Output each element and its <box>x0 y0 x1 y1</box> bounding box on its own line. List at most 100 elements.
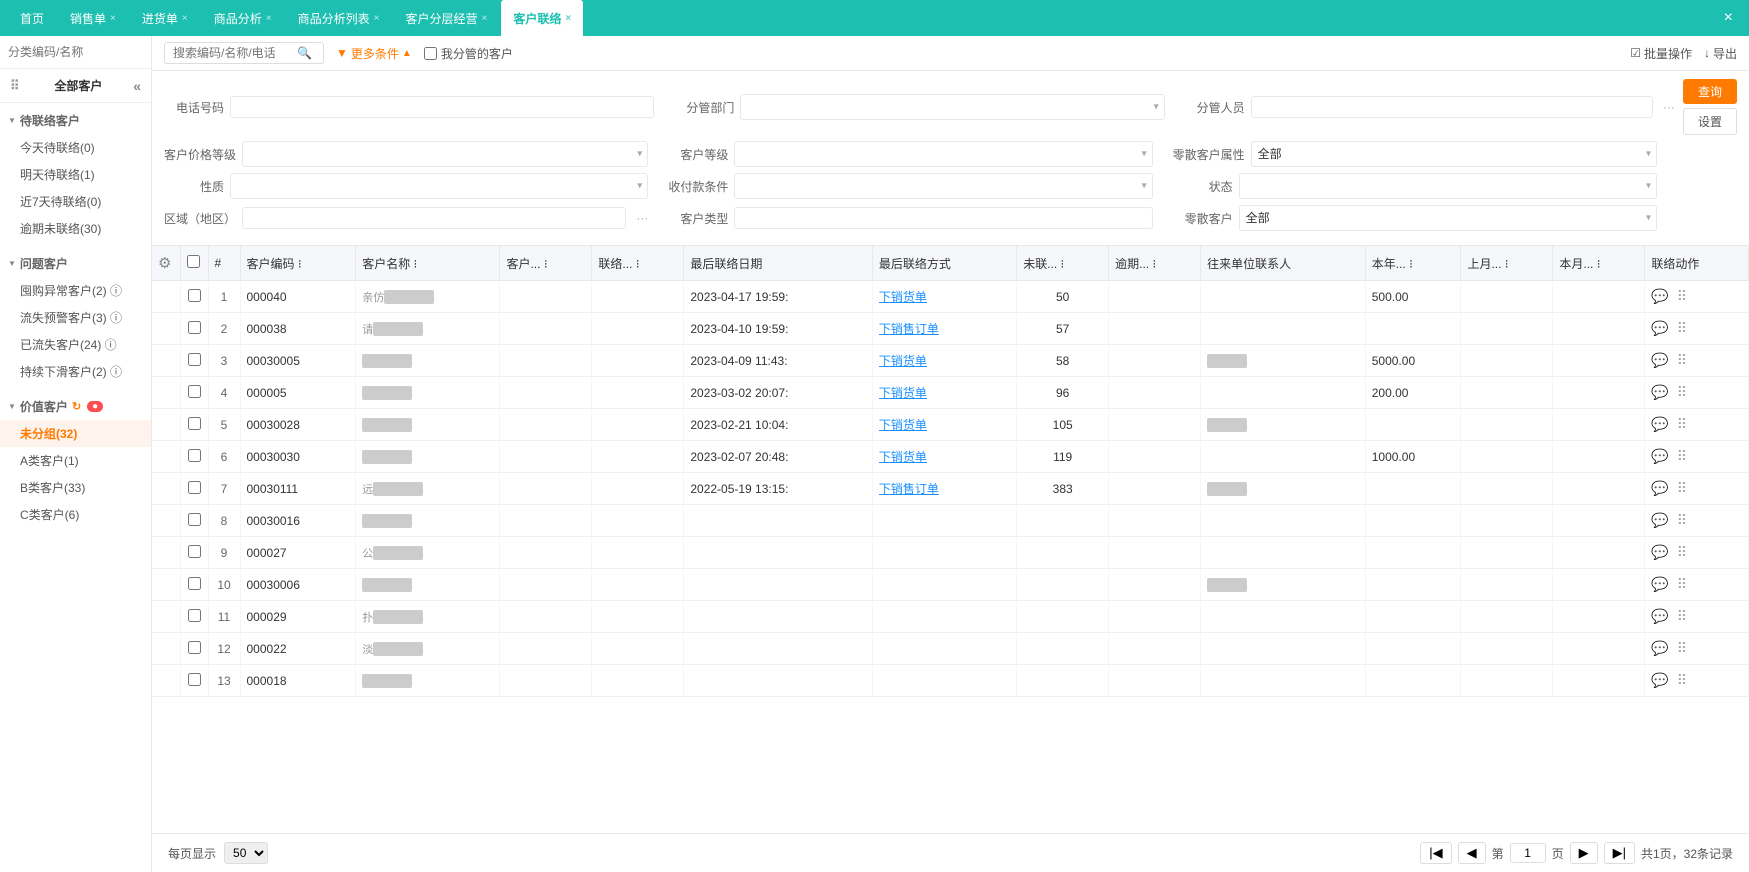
manager-input[interactable] <box>1251 96 1653 118</box>
grid-icon[interactable]: ⠿ <box>1677 608 1687 625</box>
row-checkbox[interactable] <box>188 545 201 558</box>
row-checkbox-cell[interactable] <box>180 633 208 665</box>
row-last-method[interactable] <box>872 505 1016 537</box>
sidebar-item-overdue[interactable]: 逾期未联络(30) <box>0 215 151 242</box>
col-last-date-header[interactable]: 最后联络日期 <box>684 246 873 281</box>
close-all-tabs[interactable]: × <box>1716 5 1741 31</box>
row-checkbox-cell[interactable] <box>180 281 208 313</box>
dept-select[interactable] <box>740 94 1164 120</box>
grid-icon[interactable]: ⠿ <box>1677 672 1687 689</box>
row-checkbox[interactable] <box>188 673 201 686</box>
nav-customer-contact[interactable]: 客户联络 × <box>501 0 583 36</box>
all-customers-header[interactable]: ⠿ 全部客户 « <box>0 69 151 103</box>
gear-icon[interactable]: ⚙ <box>158 255 171 272</box>
nav-product-analysis[interactable]: 商品分析 × <box>202 0 284 36</box>
col-this-year-header[interactable]: 本年... ⁝ <box>1365 246 1461 281</box>
reset-btn[interactable]: 设置 <box>1683 108 1737 135</box>
row-last-method[interactable] <box>872 537 1016 569</box>
grid-icon[interactable]: ⠿ <box>1677 480 1687 497</box>
grid-icon[interactable]: ⠿ <box>1677 512 1687 529</box>
sidebar-item-class-c[interactable]: C类客户(6) <box>0 501 151 528</box>
row-last-method[interactable] <box>872 633 1016 665</box>
row-checkbox-cell[interactable] <box>180 537 208 569</box>
row-checkbox[interactable] <box>188 449 201 462</box>
chat-icon[interactable]: 💬 <box>1651 640 1668 657</box>
close-product-analysis-tab[interactable]: × <box>266 13 272 24</box>
row-checkbox-cell[interactable] <box>180 409 208 441</box>
per-page-select[interactable]: 50 <box>224 842 268 864</box>
sidebar-item-class-a[interactable]: A类客户(1) <box>0 447 151 474</box>
sidebar-search-input[interactable] <box>8 45 152 59</box>
nav-sales[interactable]: 销售单 × <box>58 0 128 36</box>
close-customer-segment-tab[interactable]: × <box>481 13 487 24</box>
last-page-btn[interactable]: ▶| <box>1604 842 1635 864</box>
price-grade-select[interactable] <box>242 141 648 167</box>
row-checkbox-cell[interactable] <box>180 665 208 697</box>
row-checkbox[interactable] <box>188 353 201 366</box>
row-checkbox[interactable] <box>188 609 201 622</box>
main-search-input[interactable] <box>173 46 293 60</box>
region-input[interactable] <box>242 207 626 229</box>
chat-icon[interactable]: 💬 <box>1651 416 1668 433</box>
grid-icon[interactable]: ⠿ <box>1677 384 1687 401</box>
export-btn[interactable]: ↓ 导出 <box>1704 45 1737 62</box>
retail-select[interactable]: 全部 <box>1239 205 1657 231</box>
row-checkbox[interactable] <box>188 321 201 334</box>
row-checkbox-cell[interactable] <box>180 377 208 409</box>
query-btn[interactable]: 查询 <box>1683 79 1737 104</box>
chat-icon[interactable]: 💬 <box>1651 512 1668 529</box>
row-last-method[interactable] <box>872 665 1016 697</box>
row-checkbox-cell[interactable] <box>180 473 208 505</box>
sidebar-item-abnormal[interactable]: 囤购异常客户(2) ⓘ <box>0 277 151 304</box>
chat-icon[interactable]: 💬 <box>1651 384 1668 401</box>
phone-input[interactable] <box>230 96 654 118</box>
nav-purchase[interactable]: 进货单 × <box>130 0 200 36</box>
grid-icon[interactable]: ⠿ <box>1677 576 1687 593</box>
close-product-list-tab[interactable]: × <box>374 13 380 24</box>
row-checkbox[interactable] <box>188 417 201 430</box>
row-checkbox-cell[interactable] <box>180 601 208 633</box>
manager-ellipsis[interactable]: ··· <box>1663 100 1675 114</box>
row-checkbox[interactable] <box>188 513 201 526</box>
col-checkbox-header[interactable] <box>180 246 208 281</box>
sidebar-item-declining[interactable]: 持续下滑客户(2) ⓘ <box>0 358 151 385</box>
row-checkbox-cell[interactable] <box>180 505 208 537</box>
page-input[interactable] <box>1510 843 1546 863</box>
sidebar-item-unclassified[interactable]: 未分组(32) <box>0 420 151 447</box>
chat-icon[interactable]: 💬 <box>1651 544 1668 561</box>
col-type-header[interactable]: 客户... ⁝ <box>500 246 592 281</box>
status-select[interactable] <box>1239 173 1657 199</box>
col-last-method-header[interactable]: 最后联络方式 <box>872 246 1016 281</box>
close-customer-contact-tab[interactable]: × <box>565 13 571 24</box>
pending-contact-title[interactable]: ▼ 待联络客户 <box>0 107 151 134</box>
value-customers-title[interactable]: ▼ 价值客户 ↻ ● <box>0 393 151 420</box>
row-last-method[interactable]: 下销货单 <box>872 441 1016 473</box>
chat-icon[interactable]: 💬 <box>1651 672 1668 689</box>
sidebar-item-today[interactable]: 今天待联络(0) <box>0 134 151 161</box>
row-last-method[interactable]: 下销货单 <box>872 281 1016 313</box>
grid-icon[interactable]: ⠿ <box>1677 544 1687 561</box>
customer-grade-select[interactable] <box>734 141 1152 167</box>
my-customers-checkbox[interactable] <box>424 47 437 60</box>
col-no-contact-header[interactable]: 未联... ⁝ <box>1017 246 1109 281</box>
main-search-icon[interactable]: 🔍 <box>297 46 312 60</box>
grid-icon[interactable]: ⠿ <box>1677 448 1687 465</box>
sidebar-item-7days[interactable]: 近7天待联络(0) <box>0 188 151 215</box>
row-checkbox-cell[interactable] <box>180 345 208 377</box>
row-checkbox-cell[interactable] <box>180 441 208 473</box>
chat-icon[interactable]: 💬 <box>1651 480 1668 497</box>
customer-type-input[interactable] <box>734 207 1152 229</box>
refresh-icon[interactable]: ↻ <box>72 400 81 413</box>
chat-icon[interactable]: 💬 <box>1651 608 1668 625</box>
col-contact-header[interactable]: 联络... ⁝ <box>592 246 684 281</box>
grid-icon[interactable]: ⠿ <box>1677 320 1687 337</box>
row-last-method[interactable]: 下销货单 <box>872 409 1016 441</box>
next-page-btn[interactable]: ▶ <box>1570 842 1598 864</box>
close-sales-tab[interactable]: × <box>110 13 116 24</box>
row-last-method[interactable]: 下销售订单 <box>872 313 1016 345</box>
collapse-sidebar-icon[interactable]: « <box>133 78 141 94</box>
more-conditions-btn[interactable]: ▼ 更多条件 ▲ <box>336 45 412 62</box>
col-last-month-header[interactable]: 上月... ⁝ <box>1461 246 1553 281</box>
chat-icon[interactable]: 💬 <box>1651 576 1668 593</box>
first-page-btn[interactable]: |◀ <box>1420 842 1451 864</box>
